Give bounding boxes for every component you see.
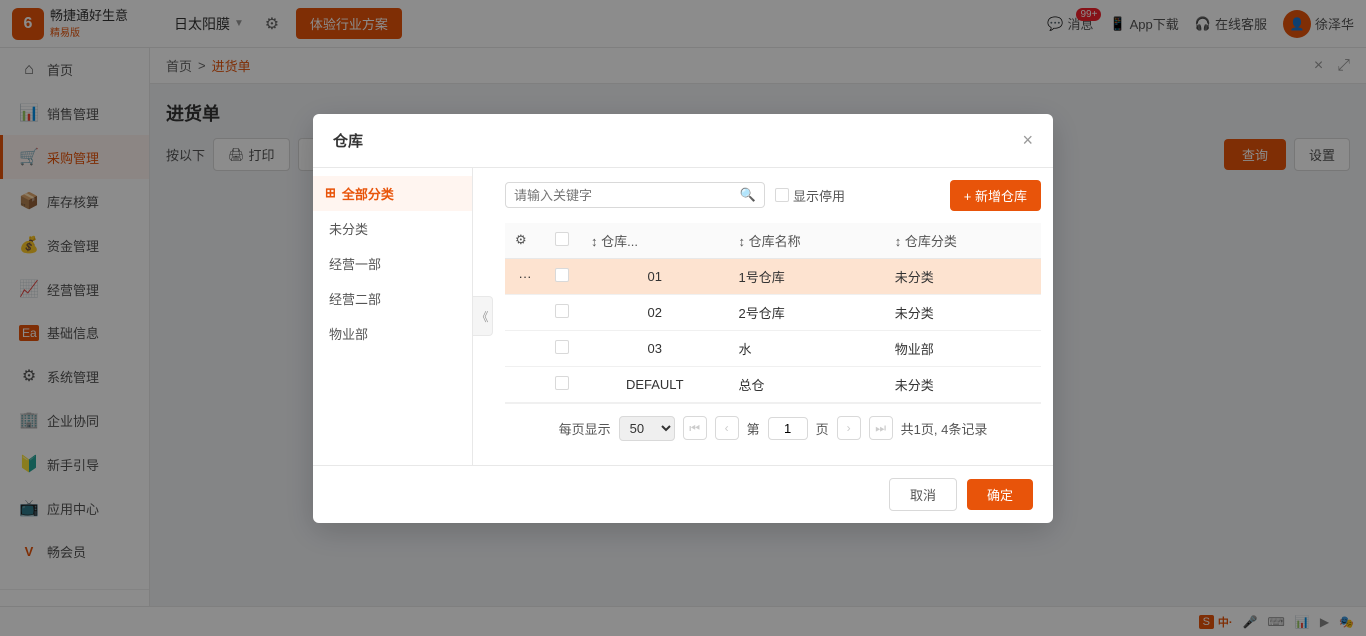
last-page-button[interactable]: ⏭ [869, 416, 893, 440]
table-row[interactable]: 02 2号仓库 未分类 [505, 294, 1041, 330]
row-gear-4 [505, 366, 545, 402]
row-num-4: DEFAULT [581, 366, 729, 402]
new-warehouse-button[interactable]: + 新增仓库 [950, 180, 1041, 211]
show-disabled-cb[interactable] [775, 188, 789, 202]
row-num-3: 03 [581, 330, 729, 366]
category-sidebar: ⊞ 全部分类 未分类 经营一部 经营二部 物业部 [313, 168, 473, 465]
cancel-button[interactable]: 取消 [889, 478, 957, 511]
row-cat-4: 未分类 [885, 366, 1041, 402]
row-name-1: 1号仓库 [729, 258, 885, 294]
select-all-checkbox[interactable] [555, 232, 569, 246]
header-checkbox [545, 223, 581, 259]
search-input[interactable] [514, 188, 740, 203]
category-collapse-button[interactable]: 《 [473, 296, 493, 336]
page-suffix: 页 [816, 419, 829, 438]
page-number-input[interactable] [768, 417, 808, 440]
show-disabled-checkbox[interactable]: 显示停用 [775, 186, 845, 205]
modal-overlay: 仓库 × ⊞ 全部分类 未分类 经营一部 经营二部 物业部 《 [0, 0, 1366, 636]
category-item-ops2[interactable]: 经营二部 [313, 281, 472, 316]
header-gear: ⚙ [505, 223, 545, 259]
header-row: ⚙ ↕ 仓库... ↕ 仓库名称 [505, 223, 1041, 259]
table-row[interactable]: 03 水 物业部 [505, 330, 1041, 366]
sort-icon-cat: ↕ [895, 234, 902, 249]
pagination: 每页显示 50 10 20 100 ⏮ ‹ 第 页 › ⏭ 共1页, 4条记录 [505, 403, 1041, 453]
row-name-4: 总仓 [729, 366, 885, 402]
row-cat-1: 未分类 [885, 258, 1041, 294]
row-cat-2: 未分类 [885, 294, 1041, 330]
sort-icon: ↕ [591, 234, 598, 249]
modal-body: ⊞ 全部分类 未分类 经营一部 经营二部 物业部 《 🔍 [313, 168, 1053, 465]
warehouse-table: ⚙ ↕ 仓库... ↕ 仓库名称 [505, 223, 1041, 403]
per-page-label: 每页显示 [559, 419, 611, 438]
header-code: ↕ 仓库... [581, 223, 729, 259]
modal-title: 仓库 [333, 130, 363, 151]
search-input-wrap: 🔍 [505, 182, 765, 208]
category-item-unclassified[interactable]: 未分类 [313, 211, 472, 246]
gear-icon: ⚙ [515, 232, 527, 247]
category-item-property[interactable]: 物业部 [313, 316, 472, 351]
first-page-button[interactable]: ⏮ [683, 416, 707, 440]
row-cb-3[interactable] [545, 330, 581, 366]
category-item-ops1[interactable]: 经营一部 [313, 246, 472, 281]
modal-header: 仓库 × [313, 114, 1053, 168]
row-cb-1[interactable] [545, 258, 581, 294]
row-gear-2 [505, 294, 545, 330]
table-area: 🔍 显示停用 + 新增仓库 ⚙ [493, 168, 1053, 465]
row-num-2: 02 [581, 294, 729, 330]
modal-footer: 取消 确定 [313, 465, 1053, 523]
row-cb-4[interactable] [545, 366, 581, 402]
grid-icon: ⊞ [325, 185, 336, 201]
table-body: ··· 01 1号仓库 未分类 02 2号仓库 未分类 [505, 258, 1041, 402]
row-num-1: 01 [581, 258, 729, 294]
search-icon: 🔍 [740, 187, 756, 203]
table-toolbar: 🔍 显示停用 + 新增仓库 [505, 180, 1041, 211]
row-gear-1: ··· [505, 258, 545, 294]
row-cb-2[interactable] [545, 294, 581, 330]
confirm-button[interactable]: 确定 [967, 479, 1033, 510]
per-page-select[interactable]: 50 10 20 100 [619, 416, 675, 441]
modal-close-button[interactable]: × [1022, 130, 1033, 151]
next-page-button[interactable]: › [837, 416, 861, 440]
row-gear-3 [505, 330, 545, 366]
table-row[interactable]: DEFAULT 总仓 未分类 [505, 366, 1041, 402]
warehouse-modal: 仓库 × ⊞ 全部分类 未分类 经营一部 经营二部 物业部 《 [313, 114, 1053, 523]
category-all[interactable]: ⊞ 全部分类 [313, 176, 472, 211]
header-category: ↕ 仓库分类 [885, 223, 1041, 259]
page-label: 第 [747, 419, 760, 438]
header-name: ↕ 仓库名称 [729, 223, 885, 259]
table-header: ⚙ ↕ 仓库... ↕ 仓库名称 [505, 223, 1041, 259]
table-row[interactable]: ··· 01 1号仓库 未分类 [505, 258, 1041, 294]
row-name-3: 水 [729, 330, 885, 366]
sort-icon-name: ↕ [739, 234, 746, 249]
page-summary: 共1页, 4条记录 [901, 419, 988, 438]
row-name-2: 2号仓库 [729, 294, 885, 330]
row-cat-3: 物业部 [885, 330, 1041, 366]
prev-page-button[interactable]: ‹ [715, 416, 739, 440]
